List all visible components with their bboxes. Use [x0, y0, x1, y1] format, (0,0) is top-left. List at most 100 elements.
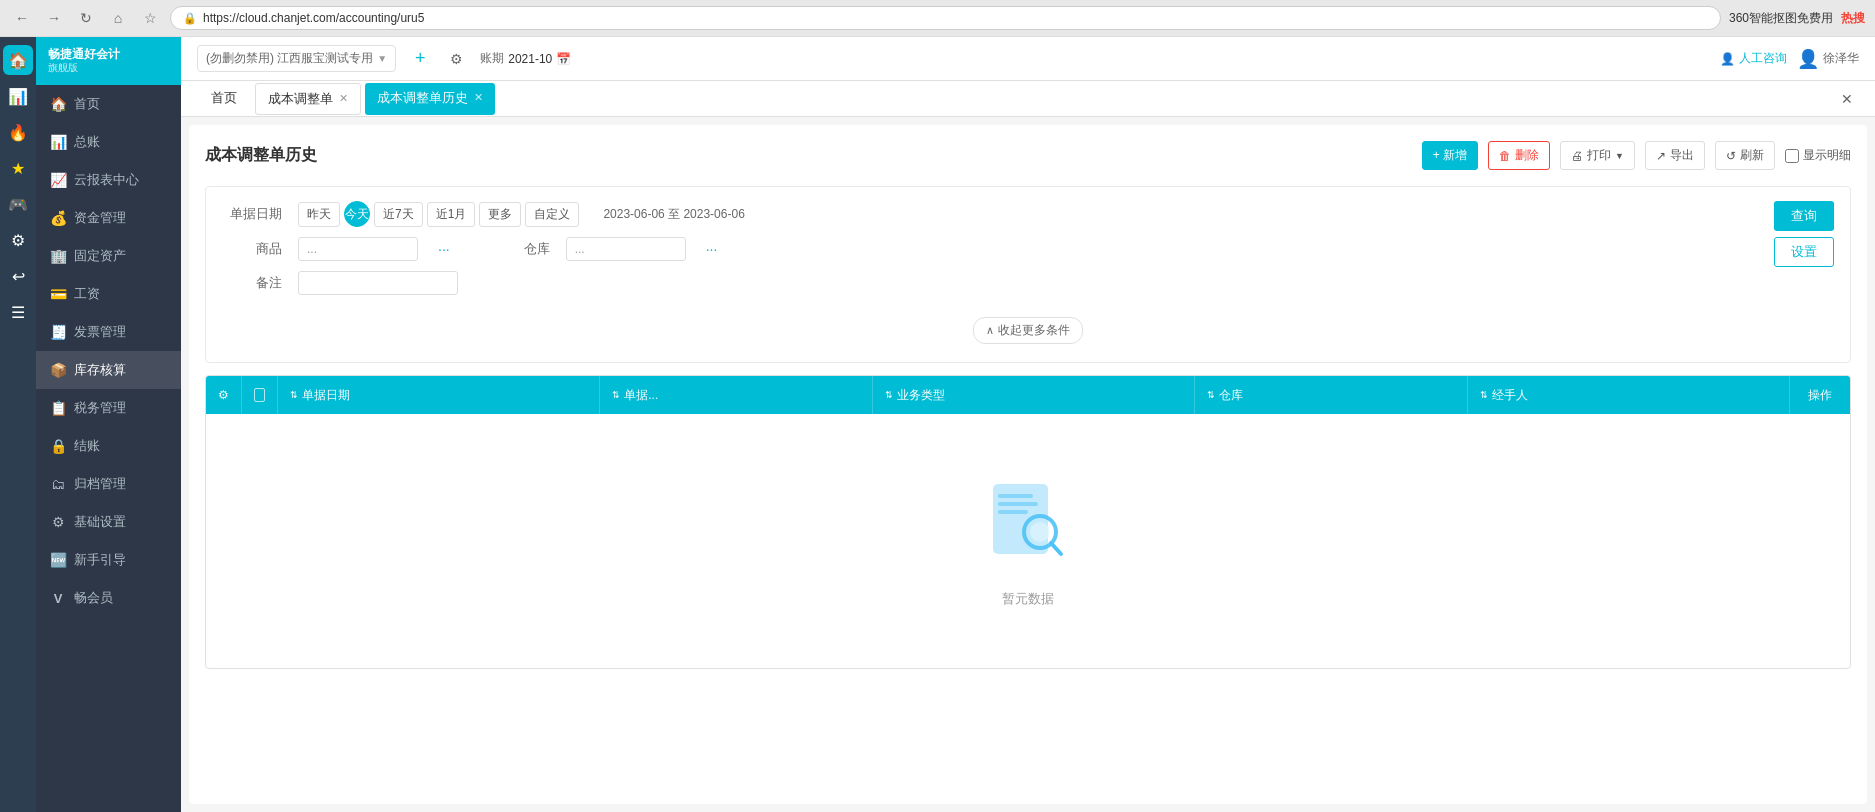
app-icon-1[interactable]: 🏠 [3, 45, 33, 75]
company-name: (勿删勿禁用) 江西服宝测试专用 [206, 50, 373, 67]
tab-cost-adjust[interactable]: 成本调整单 ✕ [255, 83, 361, 115]
app-icon-3[interactable]: 🔥 [3, 117, 33, 147]
th-operator[interactable]: ⇅ 经手人 [1468, 376, 1790, 414]
empty-state: 暂元数据 [206, 414, 1850, 668]
print-button[interactable]: 🖨 打印 ▼ [1560, 141, 1635, 170]
filter-row-date: 单据日期 昨天 今天 近7天 近1月 更多 自定义 2023-06-06 至 2… [222, 201, 1758, 227]
star-button[interactable]: ☆ [138, 6, 162, 30]
export-button[interactable]: ↗ 导出 [1645, 141, 1705, 170]
sidebar-item-guide[interactable]: 🆕 新手引导 [36, 541, 181, 579]
sidebar-item-home[interactable]: 🏠 首页 [36, 85, 181, 123]
app-icon-4[interactable]: ★ [3, 153, 33, 183]
user-service[interactable]: 👤 人工咨询 [1720, 50, 1787, 67]
app-icon-6[interactable]: ⚙ [3, 225, 33, 255]
sidebar-item-ledger[interactable]: 📊 总账 [36, 123, 181, 161]
warehouse-selector[interactable]: ... [566, 237, 686, 261]
product-filter-label: 商品 [222, 240, 282, 258]
add-company-button[interactable]: + [408, 47, 432, 71]
browser-toolbar: ← → ↻ ⌂ ☆ 🔒 https://cloud.chanjet.com/ac… [0, 0, 1875, 36]
app-header: (勿删勿禁用) 江西服宝测试专用 ▼ + ⚙ 账期 2021-10 📅 👤 人工… [181, 37, 1875, 81]
display-cols-toggle[interactable]: 显示明细 [1785, 147, 1851, 164]
sidebar-item-vip[interactable]: V 畅会员 [36, 579, 181, 617]
sidebar-item-invoice[interactable]: 🧾 发票管理 [36, 313, 181, 351]
svg-rect-3 [998, 510, 1028, 514]
forward-button[interactable]: → [42, 6, 66, 30]
page-title-bar: 成本调整单历史 + 新增 🗑 删除 🖨 打印 ▼ ↗ 导出 [205, 141, 1851, 170]
sidebar-item-salary[interactable]: 💳 工资 [36, 275, 181, 313]
th-check[interactable] [242, 376, 278, 414]
th-settings[interactable]: ⚙ [206, 376, 242, 414]
user-info[interactable]: 👤 徐泽华 [1797, 48, 1859, 70]
tab-cost-adjust-history-close[interactable]: ✕ [474, 91, 483, 104]
vip-icon: V [50, 591, 66, 606]
app-icon-7[interactable]: ↩ [3, 261, 33, 291]
query-button[interactable]: 查询 [1774, 201, 1834, 231]
sidebar-item-capital[interactable]: 💰 资金管理 [36, 199, 181, 237]
address-bar[interactable]: 🔒 https://cloud.chanjet.com/accounting/u… [170, 6, 1721, 30]
delete-button[interactable]: 🗑 删除 [1488, 141, 1550, 170]
filter-settings-button[interactable]: 设置 [1774, 237, 1834, 267]
ledger-icon: 📊 [50, 134, 66, 150]
home-button[interactable]: ⌂ [106, 6, 130, 30]
collapse-label: 收起更多条件 [998, 322, 1070, 339]
sidebar-item-settings[interactable]: ⚙ 基础设置 [36, 503, 181, 541]
sidebar-item-archive[interactable]: 🗂 归档管理 [36, 465, 181, 503]
archive-icon: 🗂 [50, 476, 66, 492]
calendar-icon[interactable]: 📅 [556, 52, 571, 66]
one-month-btn[interactable]: 近1月 [427, 202, 476, 227]
remark-input[interactable] [298, 271, 458, 295]
app-container: 🏠 📊 🔥 ★ 🎮 ⚙ ↩ ☰ 畅捷通好会计 旗舰版 🏠 首页 📊 总账 [0, 37, 1875, 812]
back-button[interactable]: ← [10, 6, 34, 30]
refresh-button[interactable]: ↺ 刷新 [1715, 141, 1775, 170]
service-label: 人工咨询 [1739, 50, 1787, 67]
collapse-button[interactable]: ∧ 收起更多条件 [973, 317, 1083, 344]
reload-button[interactable]: ↻ [74, 6, 98, 30]
sidebar-item-tax[interactable]: 📋 税务管理 [36, 389, 181, 427]
select-all-checkbox[interactable] [254, 388, 265, 402]
add-button[interactable]: + 新增 [1422, 141, 1478, 170]
app-icon-8[interactable]: ☰ [3, 297, 33, 327]
display-cols-checkbox[interactable] [1785, 149, 1799, 163]
th-warehouse[interactable]: ⇅ 仓库 [1195, 376, 1468, 414]
print-label: 打印 [1587, 147, 1611, 164]
seven-days-btn[interactable]: 近7天 [374, 202, 423, 227]
company-settings-button[interactable]: ⚙ [444, 47, 468, 71]
sidebar-label-guide: 新手引导 [74, 551, 126, 569]
filter-row-remark: 备注 [222, 271, 1758, 295]
th-actions: 操作 [1790, 376, 1850, 414]
today-btn[interactable]: 今天 [344, 201, 370, 227]
sidebar-item-closing[interactable]: 🔒 结账 [36, 427, 181, 465]
more-btn[interactable]: 更多 [479, 202, 521, 227]
company-dropdown-icon: ▼ [377, 53, 387, 64]
sidebar-item-fixed-assets[interactable]: 🏢 固定资产 [36, 237, 181, 275]
period-label: 账期 [480, 50, 504, 67]
tab-cost-adjust-close[interactable]: ✕ [339, 92, 348, 105]
app-icon-5[interactable]: 🎮 [3, 189, 33, 219]
tax-icon: 📋 [50, 400, 66, 416]
main-area: (勿删勿禁用) 江西服宝测试专用 ▼ + ⚙ 账期 2021-10 📅 👤 人工… [181, 37, 1875, 812]
app-header-right: 👤 人工咨询 👤 徐泽华 [1720, 48, 1859, 70]
tab-cost-adjust-history[interactable]: 成本调整单历史 ✕ [365, 83, 495, 115]
company-selector[interactable]: (勿删勿禁用) 江西服宝测试专用 ▼ [197, 45, 396, 72]
user-name: 徐泽华 [1823, 50, 1859, 67]
th-type[interactable]: ⇅ 业务类型 [873, 376, 1195, 414]
yesterday-btn[interactable]: 昨天 [298, 202, 340, 227]
tab-home[interactable]: 首页 [197, 81, 251, 117]
close-all-tabs-button[interactable]: ✕ [1835, 87, 1859, 111]
app-header-left: (勿删勿禁用) 江西服宝测试专用 ▼ + ⚙ 账期 2021-10 📅 [197, 45, 1708, 72]
th-date[interactable]: ⇅ 单据日期 [278, 376, 600, 414]
th-num[interactable]: ⇅ 单据... [600, 376, 873, 414]
sidebar-item-reports[interactable]: 📈 云报表中心 [36, 161, 181, 199]
product-selector[interactable]: ... [298, 237, 418, 261]
svg-point-5 [1030, 522, 1050, 542]
invoice-icon: 🧾 [50, 324, 66, 340]
custom-btn[interactable]: 自定义 [525, 202, 579, 227]
filter-row-product-warehouse: 商品 ... ··· 仓库 ... ··· [222, 237, 1758, 261]
print-dropdown-icon: ▼ [1615, 151, 1624, 161]
sidebar-item-inventory[interactable]: 📦 库存核算 [36, 351, 181, 389]
delete-icon: 🗑 [1499, 149, 1511, 163]
sort-warehouse-icon: ⇅ [1207, 390, 1215, 400]
warehouse-ellipsis[interactable]: ··· [702, 241, 722, 257]
app-icon-2[interactable]: 📊 [3, 81, 33, 111]
product-ellipsis[interactable]: ··· [434, 241, 454, 257]
